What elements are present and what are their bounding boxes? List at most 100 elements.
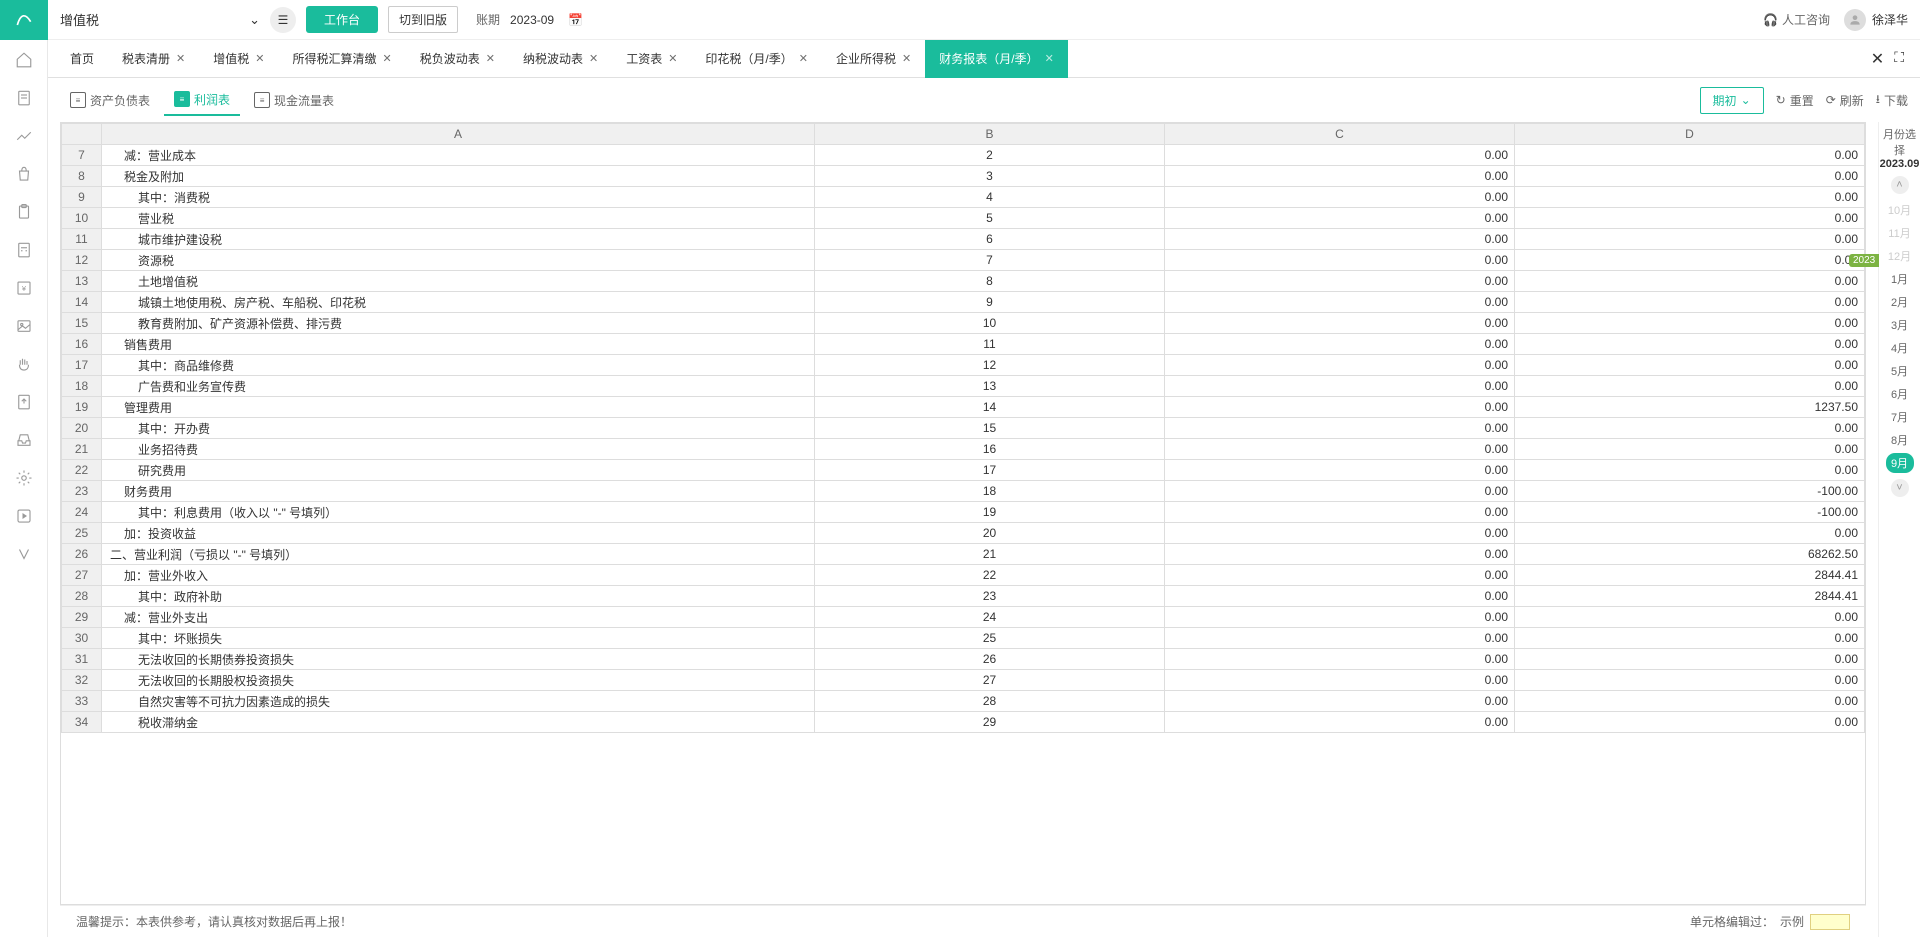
spreadsheet[interactable]: A B C D 7减：营业成本20.000.008税金及附加30.000.009…: [60, 122, 1866, 905]
close-icon[interactable]: ✕: [383, 52, 392, 65]
cell-a[interactable]: 其中：政府补助: [102, 586, 815, 607]
nav-gear-icon[interactable]: [14, 468, 34, 488]
cell-c[interactable]: 0.00: [1165, 607, 1515, 628]
help-link[interactable]: 🎧 人工咨询: [1763, 11, 1830, 28]
row-number[interactable]: 7: [62, 145, 102, 166]
nav-hand-icon[interactable]: [14, 354, 34, 374]
nav-inbox-icon[interactable]: [14, 430, 34, 450]
tab-0[interactable]: 首页: [56, 40, 108, 78]
tab-9[interactable]: 财务报表（月/季）✕: [925, 40, 1068, 78]
corner-cell[interactable]: [62, 124, 102, 145]
cell-b[interactable]: 23: [815, 586, 1165, 607]
close-all-icon[interactable]: ✕: [1871, 49, 1884, 69]
cell-a[interactable]: 自然灾害等不可抗力因素造成的损失: [102, 691, 815, 712]
row-number[interactable]: 31: [62, 649, 102, 670]
nav-chart-icon[interactable]: [14, 126, 34, 146]
row-number[interactable]: 13: [62, 271, 102, 292]
row-number[interactable]: 28: [62, 586, 102, 607]
cell-b[interactable]: 27: [815, 670, 1165, 691]
month-item-3[interactable]: 1月: [1886, 269, 1914, 289]
cell-c[interactable]: 0.00: [1165, 439, 1515, 460]
cell-c[interactable]: 0.00: [1165, 628, 1515, 649]
cell-a[interactable]: 无法收回的长期债券投资损失: [102, 649, 815, 670]
row-number[interactable]: 21: [62, 439, 102, 460]
month-down-icon[interactable]: ˅: [1891, 479, 1909, 497]
row-number[interactable]: 17: [62, 355, 102, 376]
nav-yuan-icon[interactable]: ¥: [14, 278, 34, 298]
cell-b[interactable]: 21: [815, 544, 1165, 565]
subtab-0[interactable]: ≡资产负债表: [60, 86, 160, 115]
nav-v-icon[interactable]: [14, 544, 34, 564]
row-number[interactable]: 20: [62, 418, 102, 439]
row-number[interactable]: 33: [62, 691, 102, 712]
cell-d[interactable]: 2844.41: [1515, 586, 1865, 607]
cell-a[interactable]: 城镇土地使用税、房产税、车船税、印花税: [102, 292, 815, 313]
cell-b[interactable]: 16: [815, 439, 1165, 460]
cell-a[interactable]: 其中：商品维修费: [102, 355, 815, 376]
cell-c[interactable]: 0.00: [1165, 691, 1515, 712]
tab-3[interactable]: 所得税汇算清缴✕: [278, 40, 405, 78]
cell-c[interactable]: 0.00: [1165, 397, 1515, 418]
cell-b[interactable]: 13: [815, 376, 1165, 397]
cell-c[interactable]: 0.00: [1165, 586, 1515, 607]
cell-b[interactable]: 8: [815, 271, 1165, 292]
cell-d[interactable]: 0.00: [1515, 460, 1865, 481]
cell-a[interactable]: 其中：消费税: [102, 187, 815, 208]
row-number[interactable]: 32: [62, 670, 102, 691]
close-icon[interactable]: ✕: [589, 52, 598, 65]
cell-b[interactable]: 29: [815, 712, 1165, 733]
month-item-11[interactable]: 9月: [1886, 453, 1914, 473]
month-item-6[interactable]: 4月: [1886, 338, 1914, 358]
month-up-icon[interactable]: ˄: [1891, 176, 1909, 194]
month-item-9[interactable]: 7月: [1886, 407, 1914, 427]
cell-d[interactable]: 0.00: [1515, 166, 1865, 187]
tab-2[interactable]: 增值税✕: [199, 40, 278, 78]
month-item-10[interactable]: 8月: [1886, 430, 1914, 450]
row-number[interactable]: 10: [62, 208, 102, 229]
cell-b[interactable]: 6: [815, 229, 1165, 250]
cell-b[interactable]: 15: [815, 418, 1165, 439]
cell-d[interactable]: 0.00: [1515, 712, 1865, 733]
cell-c[interactable]: 0.00: [1165, 670, 1515, 691]
row-number[interactable]: 30: [62, 628, 102, 649]
company-selector[interactable]: 增值税 ⌄: [60, 10, 260, 29]
close-icon[interactable]: ✕: [902, 52, 911, 65]
cell-a[interactable]: 其中：坏账损失: [102, 628, 815, 649]
row-number[interactable]: 11: [62, 229, 102, 250]
cell-c[interactable]: 0.00: [1165, 355, 1515, 376]
period-start-button[interactable]: 期初 ⌄: [1700, 87, 1764, 114]
row-number[interactable]: 18: [62, 376, 102, 397]
cell-a[interactable]: 减：营业外支出: [102, 607, 815, 628]
cell-b[interactable]: 18: [815, 481, 1165, 502]
month-item-5[interactable]: 3月: [1886, 315, 1914, 335]
cell-c[interactable]: 0.00: [1165, 376, 1515, 397]
cell-c[interactable]: 0.00: [1165, 313, 1515, 334]
cell-d[interactable]: 2844.41: [1515, 565, 1865, 586]
tab-1[interactable]: 税表清册✕: [108, 40, 199, 78]
cell-b[interactable]: 4: [815, 187, 1165, 208]
cell-c[interactable]: 0.00: [1165, 481, 1515, 502]
cell-b[interactable]: 3: [815, 166, 1165, 187]
cell-d[interactable]: -100.00: [1515, 481, 1865, 502]
row-number[interactable]: 23: [62, 481, 102, 502]
cell-d[interactable]: 0.00: [1515, 145, 1865, 166]
row-number[interactable]: 25: [62, 523, 102, 544]
cell-a[interactable]: 减：营业成本: [102, 145, 815, 166]
cell-a[interactable]: 广告费和业务宣传费: [102, 376, 815, 397]
nav-bag-icon[interactable]: [14, 164, 34, 184]
cell-d[interactable]: 0.00: [1515, 649, 1865, 670]
row-number[interactable]: 14: [62, 292, 102, 313]
cell-a[interactable]: 加：营业外收入: [102, 565, 815, 586]
cell-b[interactable]: 2: [815, 145, 1165, 166]
cell-a[interactable]: 二、营业利润（亏损以 "-" 号填列）: [102, 544, 815, 565]
subtab-2[interactable]: ≡现金流量表: [244, 86, 344, 115]
cell-c[interactable]: 0.00: [1165, 271, 1515, 292]
cell-a[interactable]: 其中：开办费: [102, 418, 815, 439]
cell-a[interactable]: 税金及附加: [102, 166, 815, 187]
cell-b[interactable]: 28: [815, 691, 1165, 712]
cell-c[interactable]: 0.00: [1165, 544, 1515, 565]
cell-a[interactable]: 资源税: [102, 250, 815, 271]
nav-play-icon[interactable]: [14, 506, 34, 526]
row-number[interactable]: 22: [62, 460, 102, 481]
nav-image-icon[interactable]: [14, 316, 34, 336]
